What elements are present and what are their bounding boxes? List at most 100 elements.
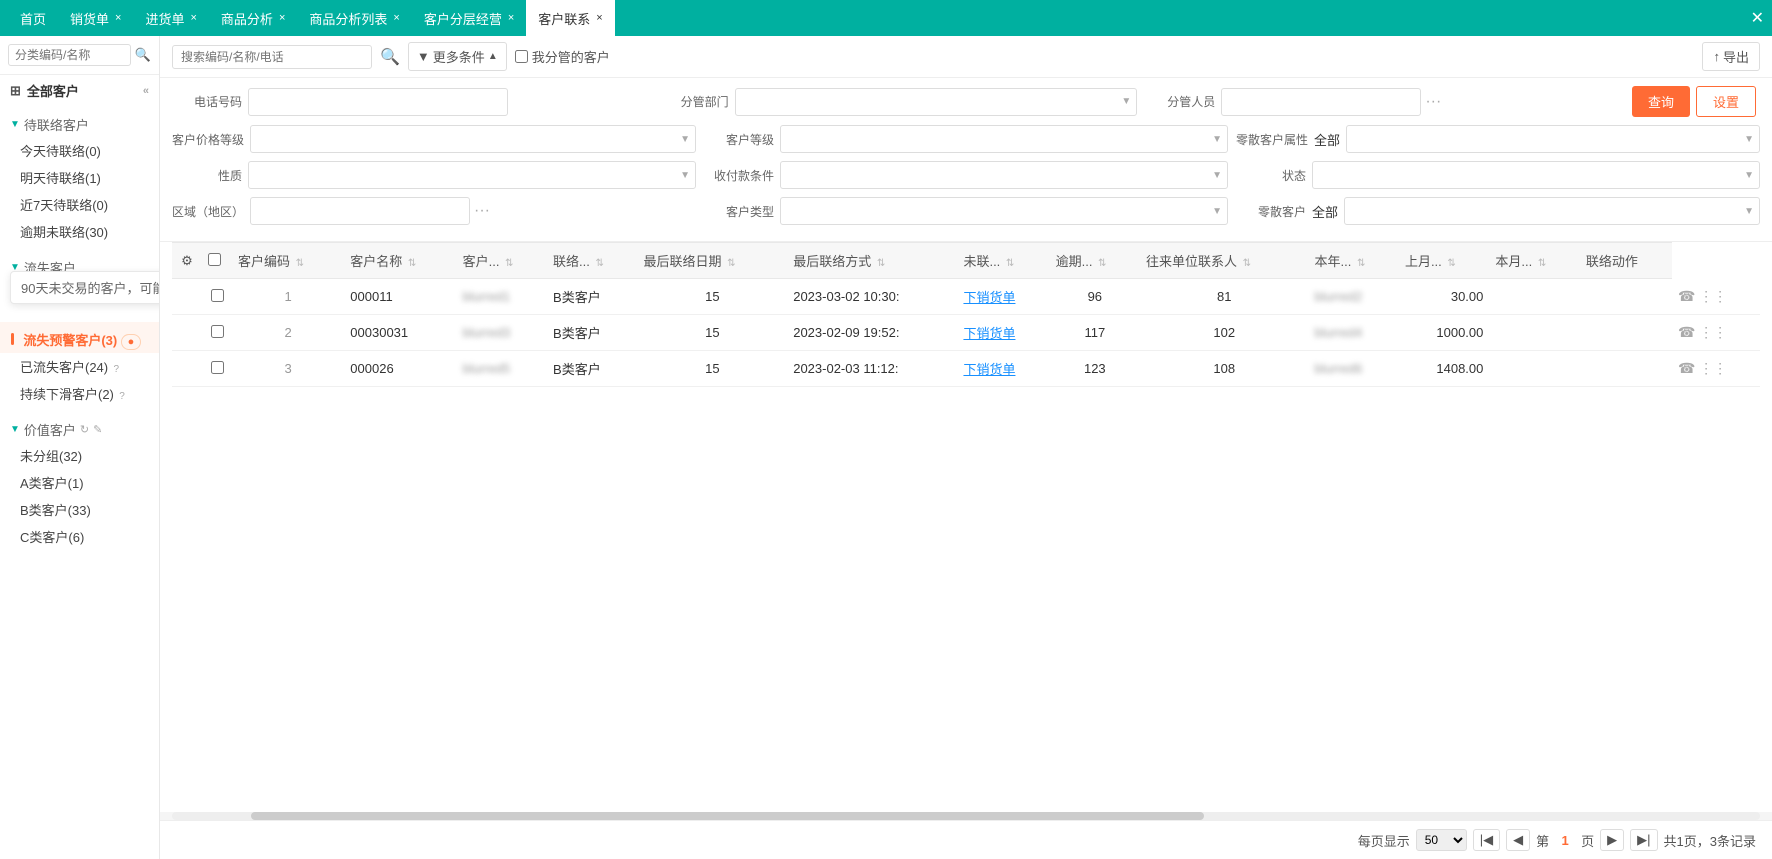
th-not-contacted[interactable]: 未联... ⇅ [957, 243, 1049, 279]
sidebar-item-class-a[interactable]: A类客户(1) [0, 469, 159, 496]
value-group-title[interactable]: ▼ 价值客户 ↻ ✎ [0, 415, 159, 442]
select-all-checkbox[interactable] [208, 253, 221, 266]
sidebar-item-class-b[interactable]: B类客户(33) [0, 496, 159, 523]
sidebar-item-declining[interactable]: 持续下滑客户(2) ? [0, 380, 159, 407]
phone-input[interactable] [248, 88, 508, 116]
person-dots-btn[interactable]: ··· [1421, 93, 1445, 111]
contact-icon-1[interactable]: ☎ [1678, 324, 1695, 340]
prev-page-btn[interactable]: ◀ [1506, 829, 1530, 851]
th-checkbox[interactable] [202, 243, 232, 279]
next-page-btn[interactable]: ▶ [1600, 829, 1624, 851]
first-page-btn[interactable]: |◀ [1473, 829, 1500, 851]
th-code[interactable]: 客户编码 ⇅ [232, 243, 344, 279]
export-button[interactable]: ↑ 导出 [1702, 42, 1760, 71]
row-select-0[interactable] [211, 289, 224, 302]
row-last-method-0[interactable]: 下销货单 [957, 279, 1049, 315]
row-checkbox-0[interactable] [202, 279, 232, 315]
value-refresh-icon[interactable]: ↻ [80, 423, 89, 436]
tab-goods-analysis-list[interactable]: 商品分析列表 × [297, 0, 411, 36]
customer-type-select[interactable] [780, 197, 1228, 225]
contact-icon-2[interactable]: ☎ [1678, 360, 1695, 376]
zero-attr-select[interactable] [1346, 125, 1760, 153]
more-conditions-btn[interactable]: ▼ 更多条件 ▲ [408, 42, 507, 71]
more-action-icon-2[interactable]: ⋮⋮ [1699, 360, 1727, 376]
total-records-label: 共1页，3条记录 [1664, 831, 1756, 850]
row-last-method-1[interactable]: 下销货单 [957, 315, 1049, 351]
row-checkbox-2[interactable] [202, 351, 232, 387]
sidebar-collapse-btn[interactable]: « [143, 85, 149, 97]
close-goods-analysis-list-tab[interactable]: × [393, 12, 399, 24]
category-search-input[interactable] [8, 44, 131, 66]
th-contact-count[interactable]: 联络... ⇅ [547, 243, 637, 279]
value-edit-icon[interactable]: ✎ [93, 423, 102, 436]
tab-goods-analysis[interactable]: 商品分析 × [209, 0, 297, 36]
th-this-month[interactable]: 本月... ⇅ [1489, 243, 1579, 279]
sidebar-item-7days-contact[interactable]: 近7天待联络(0) [0, 191, 159, 218]
tab-purchase[interactable]: 进货单 × [133, 0, 208, 36]
close-sales-tab[interactable]: × [115, 12, 121, 24]
category-search-icon[interactable]: 🔍 [135, 47, 151, 63]
row-this-year-1: 1000.00 [1399, 315, 1489, 351]
my-customers-checkbox[interactable] [515, 50, 528, 63]
th-this-year[interactable]: 本年... ⇅ [1308, 243, 1398, 279]
row-settings-0 [172, 279, 202, 315]
row-code-1: 00030031 [344, 315, 456, 351]
tab-sales[interactable]: 销货单 × [58, 0, 133, 36]
price-grade-select[interactable] [250, 125, 696, 153]
close-all-button[interactable]: ✕ [1751, 8, 1764, 28]
tab-home[interactable]: 首页 [8, 0, 58, 36]
payment-select[interactable] [780, 161, 1228, 189]
close-customer-layer-tab[interactable]: × [508, 12, 514, 24]
th-contact-person[interactable]: 往来单位联系人 ⇅ [1140, 243, 1308, 279]
main-search-input[interactable] [172, 45, 372, 69]
content-area: 🔍 ▼ 更多条件 ▲ 我分管的客户 ↑ 导出 电话号码 [160, 36, 1772, 859]
main-search-icon[interactable]: 🔍 [380, 47, 400, 67]
sidebar-item-today-contact[interactable]: 今天待联络(0) [0, 137, 159, 164]
last-page-btn[interactable]: ▶| [1630, 829, 1657, 851]
th-last-method[interactable]: 最后联络方式 ⇅ [787, 243, 957, 279]
sidebar-item-tomorrow-contact[interactable]: 明天待联络(1) [0, 164, 159, 191]
status-select[interactable] [1312, 161, 1760, 189]
close-goods-analysis-tab[interactable]: × [279, 12, 285, 24]
zero-customer-select[interactable] [1344, 197, 1760, 225]
close-customer-contact-tab[interactable]: × [596, 12, 602, 24]
row-checkbox-1[interactable] [202, 315, 232, 351]
contact-icon-0[interactable]: ☎ [1678, 288, 1695, 304]
sidebar-item-overdue-contact[interactable]: 逾期未联络(30) [0, 218, 159, 245]
row-select-2[interactable] [211, 361, 224, 374]
my-customers-checkbox-label[interactable]: 我分管的客户 [515, 47, 610, 66]
row-contact-person-2: blurred6 [1308, 351, 1398, 387]
more-action-icon-0[interactable]: ⋮⋮ [1699, 288, 1727, 304]
settings-button[interactable]: 设置 [1696, 86, 1756, 117]
scrollbar-thumb[interactable] [251, 812, 1204, 820]
nature-select[interactable] [248, 161, 696, 189]
customer-grade-select[interactable] [780, 125, 1228, 153]
sidebar-item-class-c[interactable]: C类客户(6) [0, 523, 159, 550]
query-button[interactable]: 查询 [1632, 86, 1690, 117]
all-customers-item[interactable]: ⊞ 全部客户 « [0, 75, 159, 106]
close-purchase-tab[interactable]: × [190, 12, 196, 24]
sidebar-item-unclassified[interactable]: 未分组(32) [0, 442, 159, 469]
sidebar-item-churn-warning[interactable]: 流失预警客户(3) ● [0, 322, 159, 353]
region-dots-btn[interactable]: ··· [470, 202, 494, 220]
more-action-icon-1[interactable]: ⋮⋮ [1699, 324, 1727, 340]
row-select-1[interactable] [211, 325, 224, 338]
sidebar-item-already-churned[interactable]: 已流失客户(24) ? [0, 353, 159, 380]
row-contact-person-0: blurred2 [1308, 279, 1398, 315]
pending-group-title[interactable]: ▼ 待联络客户 [0, 110, 159, 137]
th-last-month[interactable]: 上月... ⇅ [1399, 243, 1489, 279]
tab-customer-contact[interactable]: 客户联系 × [526, 0, 614, 36]
th-type[interactable]: 客户... ⇅ [457, 243, 547, 279]
person-input[interactable] [1221, 88, 1421, 116]
row-last-method-2[interactable]: 下销货单 [957, 351, 1049, 387]
th-settings[interactable]: ⚙ [172, 243, 202, 279]
th-overdue[interactable]: 逾期... ⇅ [1050, 243, 1140, 279]
filter-bar: 🔍 ▼ 更多条件 ▲ 我分管的客户 ↑ 导出 [160, 36, 1772, 78]
tab-customer-layer[interactable]: 客户分层经营 × [412, 0, 526, 36]
per-page-select[interactable]: 50 100 200 [1416, 829, 1467, 851]
region-input[interactable] [250, 197, 470, 225]
th-last-date[interactable]: 最后联络日期 ⇅ [638, 243, 788, 279]
horizontal-scrollbar[interactable] [172, 812, 1760, 820]
th-name[interactable]: 客户名称 ⇅ [344, 243, 456, 279]
dept-select[interactable] [735, 88, 1138, 116]
